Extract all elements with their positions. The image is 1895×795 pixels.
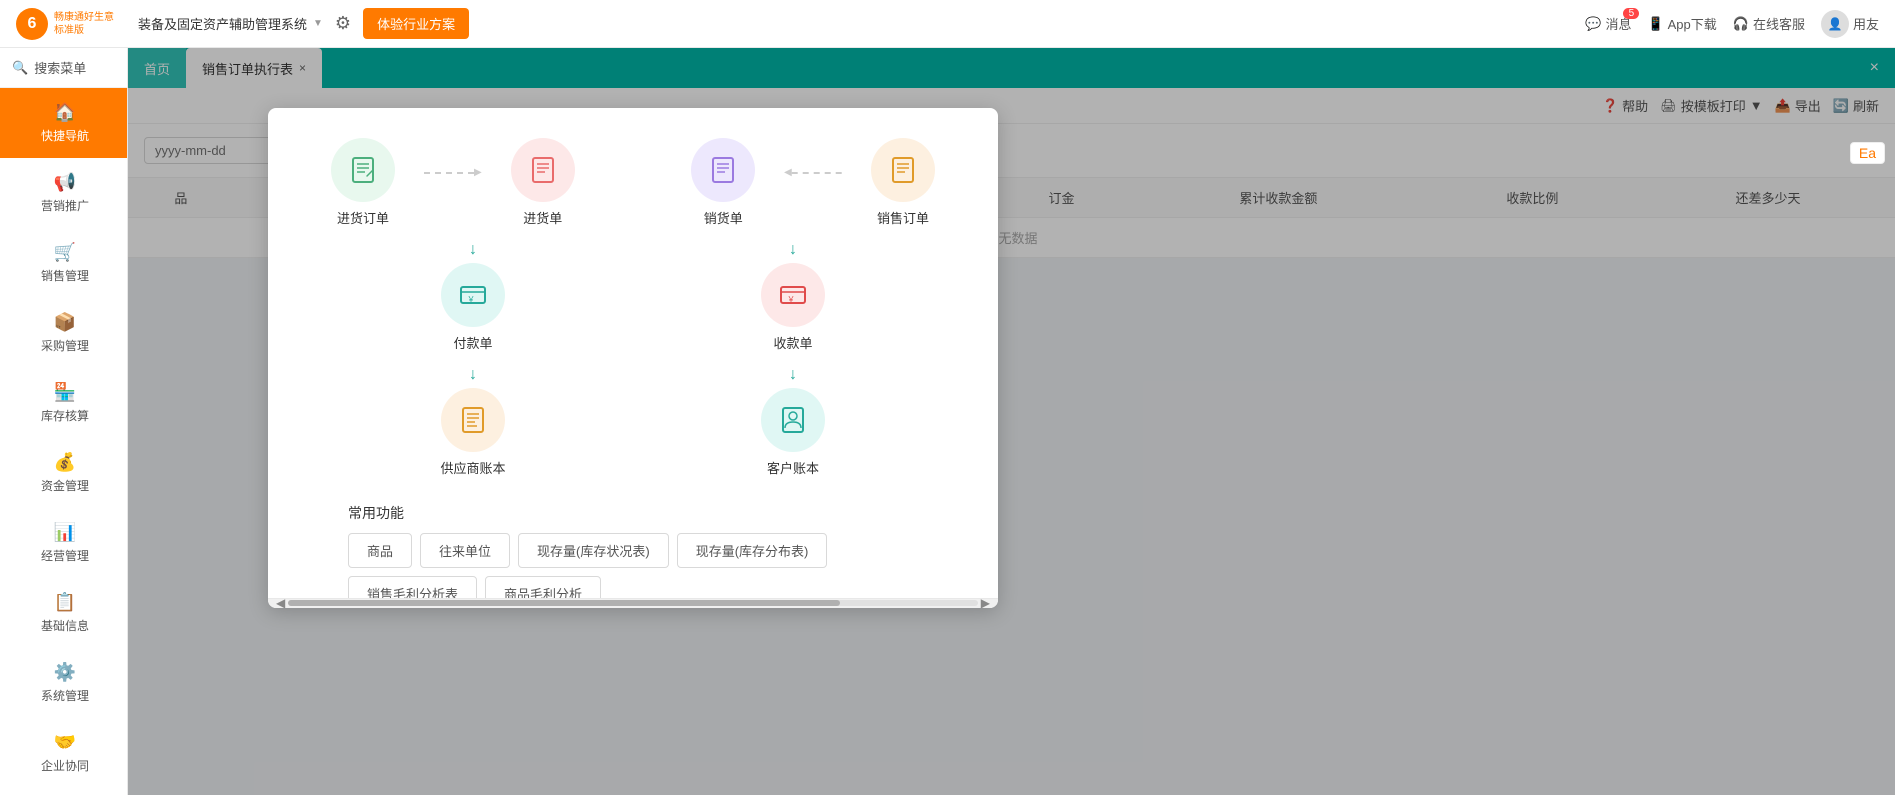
app-download-button[interactable]: 📱 App下载 [1647, 14, 1716, 33]
sidebar-item-newbie[interactable]: 🌱 新手引导 [0, 788, 127, 795]
sales-icon: 🛒 [54, 242, 76, 263]
sidebar-item-quick-nav[interactable]: 🏠 快捷导航 [0, 88, 127, 158]
corner-text: Ea [1850, 142, 1885, 164]
func-btn-product-profit-analysis[interactable]: 商品毛利分析 [485, 576, 601, 598]
logo-text: 畅康通好生意 标准版 [54, 11, 114, 37]
flow-row-1: 进货订单 ▶ [308, 138, 958, 227]
logo: 6 畅康通好生意 标准版 [16, 8, 126, 40]
purchase-icon: 📦 [54, 312, 76, 333]
node-payment-bill[interactable]: ￥ 付款单 [418, 263, 528, 352]
arrow-sales-order-to-sales-bill: ▶ [778, 167, 848, 178]
func-btn-partners[interactable]: 往来单位 [420, 533, 510, 568]
scroll-left-icon[interactable]: ◀ [276, 596, 285, 608]
circle-purchase-order[interactable] [331, 138, 395, 202]
func-btn-stock-status[interactable]: 现存量(库存状况表) [518, 533, 669, 568]
down-arrow-receipt: ↓ [789, 241, 797, 259]
marketing-icon: 📢 [54, 172, 76, 193]
down-arrow-supplier: ↓ [469, 366, 477, 384]
node-customer-ledger[interactable]: 客户账本 [738, 388, 848, 477]
node-sales-bill[interactable]: 销货单 [668, 138, 778, 227]
sidebar-item-sales[interactable]: 🛒 销售管理 [0, 228, 127, 298]
circle-customer-ledger[interactable] [761, 388, 825, 452]
node-purchase-order[interactable]: 进货订单 [308, 138, 418, 227]
search-icon: 🔍 [12, 60, 28, 76]
svg-text:￥: ￥ [787, 295, 795, 304]
modal-scrollbar[interactable]: ◀ ▶ [268, 598, 998, 608]
arrow-purchase-order-to-purchase-bill: ▶ [418, 167, 488, 178]
phone-icon: 📱 [1647, 16, 1663, 32]
supplier-ledger-col: ↓ [418, 362, 528, 477]
online-service-button[interactable]: 🎧 在线客服 [1733, 14, 1805, 33]
node-supplier-ledger[interactable]: 供应商账本 [418, 388, 528, 477]
circle-supplier-ledger[interactable] [441, 388, 505, 452]
circle-purchase-bill[interactable] [511, 138, 575, 202]
down-arrow-customer: ↓ [789, 366, 797, 384]
home-icon: 🏠 [54, 102, 76, 123]
modal-box: 进货订单 ▶ [268, 108, 998, 608]
modal-overlay[interactable]: 进货订单 ▶ [128, 48, 1895, 795]
flow-diagram: 进货订单 ▶ [308, 138, 958, 487]
sidebar-item-finance[interactable]: 💰 资金管理 [0, 438, 127, 508]
logo-icon: 6 [16, 8, 48, 40]
node-receipt-bill[interactable]: ￥ 收款单 [738, 263, 848, 352]
sidebar-item-enterprise[interactable]: 🤝 企业协同 [0, 718, 127, 788]
basic-info-icon: 📋 [54, 592, 76, 613]
func-btn-product[interactable]: 商品 [348, 533, 412, 568]
enterprise-icon: 🤝 [54, 732, 76, 753]
top-right-area: 💬 消息 5 📱 App下载 🎧 在线客服 👤 用友 [1585, 10, 1879, 38]
inventory-icon: 🏪 [54, 382, 76, 403]
dropdown-arrow-icon[interactable]: ▼ [313, 18, 323, 29]
flow-row-2: ↓ ￥ [308, 237, 958, 352]
circle-payment-bill[interactable]: ￥ [441, 263, 505, 327]
system-icon: ⚙️ [54, 662, 76, 683]
sidebar-item-system[interactable]: ⚙️ 系统管理 [0, 648, 127, 718]
search-menu-item[interactable]: 🔍 搜索菜单 [0, 48, 127, 88]
headset-icon: 🎧 [1733, 16, 1749, 32]
node-purchase-bill[interactable]: 进货单 [488, 138, 598, 227]
settings-icon[interactable]: ⚙ [335, 13, 351, 34]
user-avatar[interactable]: 👤 用友 [1821, 10, 1879, 38]
func-buttons-row1: 商品 往来单位 现存量(库存状况表) 现存量(库存分布表) 销售毛利分析表 商品… [348, 533, 918, 598]
common-functions: 常用功能 商品 往来单位 现存量(库存状况表) 现存量(库存分布表) 销售毛利分… [308, 487, 958, 598]
avatar: 👤 [1821, 10, 1849, 38]
common-title: 常用功能 [348, 503, 918, 523]
finance-icon: 💰 [54, 452, 76, 473]
sidebar-item-operations[interactable]: 📊 经营管理 [0, 508, 127, 578]
trial-button[interactable]: 体验行业方案 [363, 8, 469, 39]
sidebar-item-marketing[interactable]: 📢 营销推广 [0, 158, 127, 228]
sidebar-item-inventory[interactable]: 🏪 库存核算 [0, 368, 127, 438]
sidebar-item-purchase[interactable]: 📦 采购管理 [0, 298, 127, 368]
svg-text:￥: ￥ [467, 295, 475, 304]
scroll-right-icon[interactable]: ▶ [981, 596, 990, 608]
modal-content: 进货订单 ▶ [268, 108, 998, 598]
circle-sales-order[interactable] [871, 138, 935, 202]
scrollbar-track[interactable] [288, 600, 978, 606]
content-area: 首页 销售订单执行表 × × ❓ 帮助 🖨 按模板打印 [128, 48, 1895, 795]
operations-icon: 📊 [54, 522, 76, 543]
func-btn-stock-dist[interactable]: 现存量(库存分布表) [677, 533, 828, 568]
system-title: 装备及固定资产辅助管理系统 ▼ [138, 14, 323, 33]
circle-sales-bill[interactable] [691, 138, 755, 202]
flow-row-3: ↓ [308, 362, 958, 477]
message-icon: 💬 [1585, 16, 1601, 32]
func-btn-sales-profit-analysis[interactable]: 销售毛利分析表 [348, 576, 477, 598]
receipt-col: ↓ ￥ [738, 237, 848, 352]
scrollbar-thumb[interactable] [288, 600, 840, 606]
sidebar-item-basic-info[interactable]: 📋 基础信息 [0, 578, 127, 648]
sidebar: 🔍 搜索菜单 🏠 快捷导航 📢 营销推广 🛒 销售管理 📦 采购管理 🏪 [0, 48, 128, 795]
down-arrow-payment: ↓ [469, 241, 477, 259]
circle-receipt-bill[interactable]: ￥ [761, 263, 825, 327]
message-badge: 5 [1623, 8, 1639, 19]
payment-col: ↓ ￥ [418, 237, 528, 352]
node-sales-order[interactable]: 销售订单 [848, 138, 958, 227]
message-button[interactable]: 💬 消息 5 [1585, 14, 1631, 33]
customer-ledger-col: ↓ [738, 362, 848, 477]
